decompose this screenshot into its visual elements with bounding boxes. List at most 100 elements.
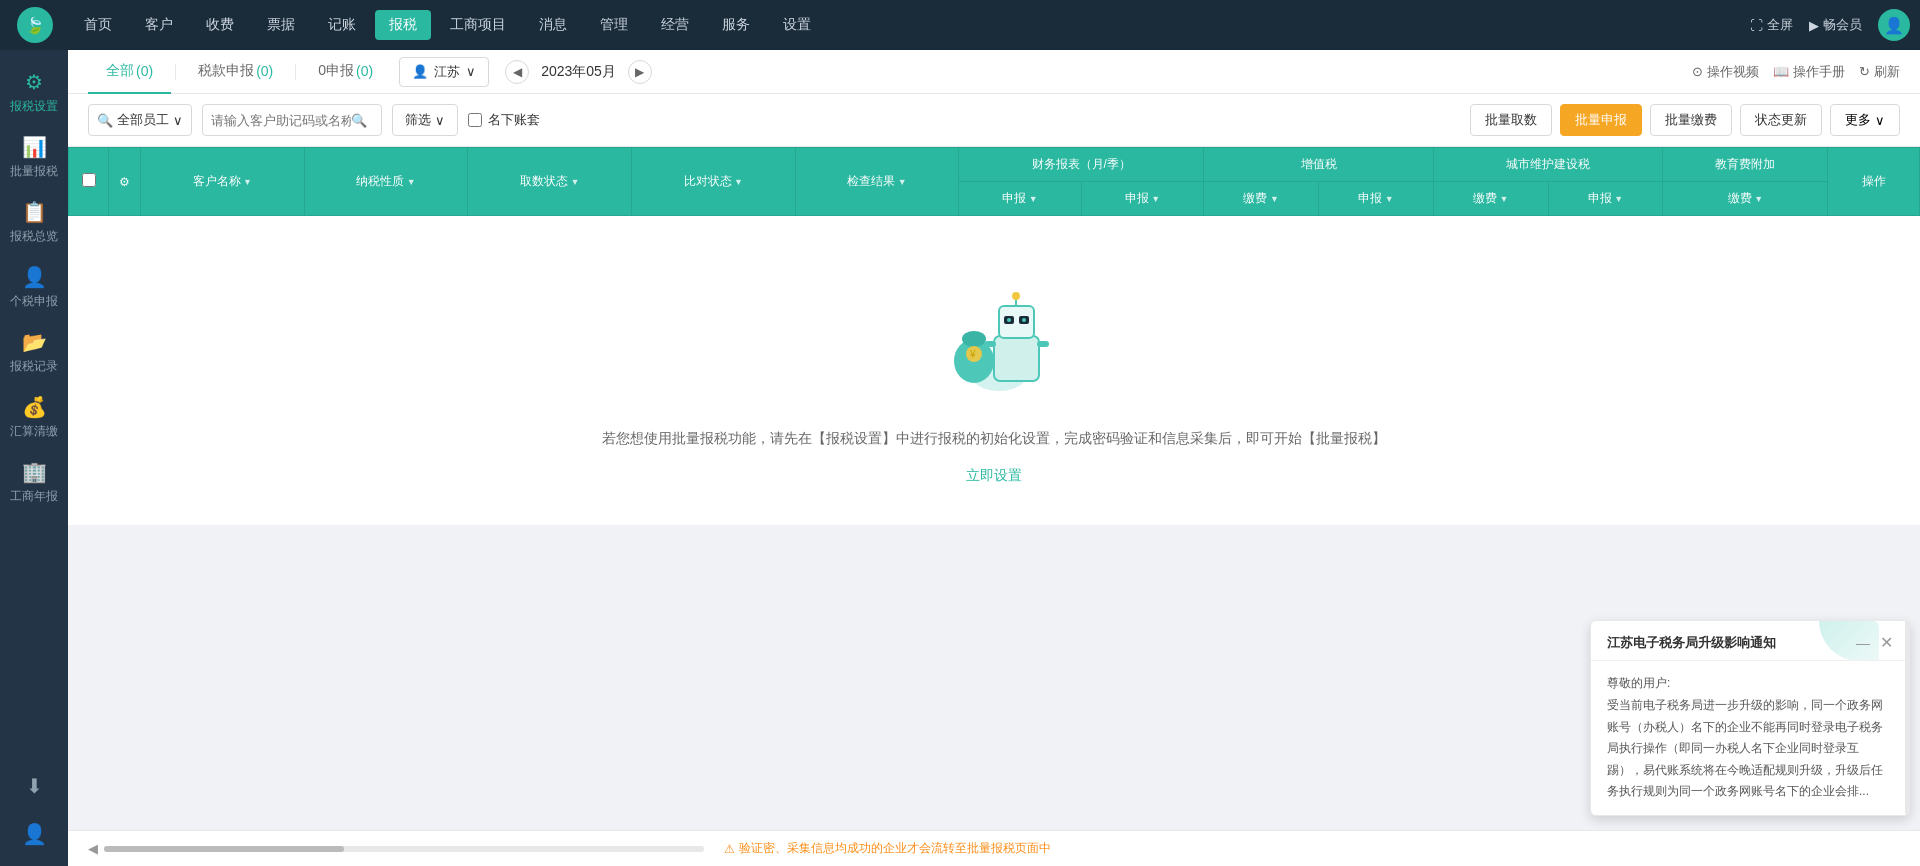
status-update-button[interactable]: 状态更新 bbox=[1740, 104, 1822, 136]
employee-filter-icon: 🔍 bbox=[97, 113, 113, 128]
col-financial-report: 财务报表（月/季） bbox=[959, 148, 1204, 182]
col-customer-name[interactable]: 客户名称 bbox=[141, 148, 305, 216]
setup-link[interactable]: 立即设置 bbox=[966, 467, 1022, 483]
fullscreen-icon: ⛶ bbox=[1750, 18, 1763, 33]
tab-zero-declare[interactable]: 0申报 (0) bbox=[300, 50, 391, 94]
date-next-button[interactable]: ▶ bbox=[628, 60, 652, 84]
search-box[interactable]: 🔍 bbox=[202, 104, 382, 136]
settings-icon[interactable]: ⚙ bbox=[119, 175, 130, 189]
account-checkbox[interactable] bbox=[468, 113, 482, 127]
col-edu-pay[interactable]: 缴费 bbox=[1663, 182, 1828, 216]
col-urban-declare[interactable]: 申报 bbox=[1319, 182, 1434, 216]
svg-rect-5 bbox=[994, 336, 1039, 381]
download-icon: ⬇ bbox=[22, 774, 46, 798]
region-select[interactable]: 👤 江苏 ∨ bbox=[399, 57, 489, 87]
nav-billing[interactable]: 收费 bbox=[192, 10, 248, 40]
col-tax-nature[interactable]: 纳税性质 bbox=[304, 148, 468, 216]
notification-scrollbar[interactable] bbox=[1905, 621, 1909, 815]
bulk-pay-button[interactable]: 批量缴费 bbox=[1650, 104, 1732, 136]
svg-text:¥: ¥ bbox=[969, 349, 976, 360]
nav-invoice[interactable]: 票据 bbox=[253, 10, 309, 40]
sidebar-item-personal-tax[interactable]: 👤 个税申报 bbox=[0, 255, 68, 320]
nav-bookkeeping[interactable]: 记账 bbox=[314, 10, 370, 40]
refresh-icon: ↻ bbox=[1859, 64, 1870, 79]
col-fetch-status[interactable]: 取数状态 bbox=[468, 148, 632, 216]
employee-select[interactable]: 🔍 全部员工 ∨ bbox=[88, 104, 192, 136]
notification-close-button[interactable]: ✕ bbox=[1880, 633, 1893, 652]
sidebar-item-bulk-tax[interactable]: 📊 批量报税 bbox=[0, 125, 68, 190]
date-prev-button[interactable]: ◀ bbox=[505, 60, 529, 84]
operation-video-link[interactable]: ⊙ 操作视频 bbox=[1692, 63, 1759, 81]
nav-tax[interactable]: 报税 bbox=[375, 10, 431, 40]
robot-illustration: ¥ bbox=[934, 276, 1054, 396]
nav-customer[interactable]: 客户 bbox=[131, 10, 187, 40]
nav-home[interactable]: 首页 bbox=[70, 10, 126, 40]
svg-point-12 bbox=[1022, 318, 1026, 322]
toolbar: 🔍 全部员工 ∨ 🔍 筛选 ∨ 名下账套 批量取数 批量申报 批量缴费 状态更新… bbox=[68, 94, 1920, 147]
tax-records-icon: 📂 bbox=[22, 330, 46, 354]
tax-settings-icon: ⚙ bbox=[22, 70, 46, 94]
app-logo[interactable]: 🍃 bbox=[10, 0, 60, 50]
notification-minimize-button[interactable]: — bbox=[1856, 635, 1870, 651]
data-table: ⚙ 客户名称 纳税性质 取数状态 比对状态 检查结果 财务报表（月/季） 增值税… bbox=[68, 147, 1920, 525]
dropdown-arrow-icon: ∨ bbox=[173, 113, 183, 128]
empty-state: ¥ bbox=[69, 216, 1920, 525]
col-edu-declare[interactable]: 申报 bbox=[1548, 182, 1663, 216]
col-check-result[interactable]: 检查结果 bbox=[795, 148, 959, 216]
col-vat-declare[interactable]: 申报 bbox=[1081, 182, 1203, 216]
toolbar-right: 批量取数 批量申报 批量缴费 状态更新 更多 ∨ bbox=[1470, 104, 1900, 136]
col-vat-pay[interactable]: 缴费 bbox=[1204, 182, 1319, 216]
bulk-fetch-button[interactable]: 批量取数 bbox=[1470, 104, 1552, 136]
operation-manual-link[interactable]: 📖 操作手册 bbox=[1773, 63, 1845, 81]
horizontal-scrollbar[interactable] bbox=[104, 846, 704, 852]
nav-operation[interactable]: 经营 bbox=[647, 10, 703, 40]
nav-settings[interactable]: 设置 bbox=[769, 10, 825, 40]
top-navigation: 🍃 首页 客户 收费 票据 记账 报税 工商项目 消息 管理 经营 服务 设置 … bbox=[0, 0, 1920, 50]
notification-title: 江苏电子税务局升级影响通知 bbox=[1607, 634, 1776, 652]
tab-all[interactable]: 全部 (0) bbox=[88, 50, 171, 94]
nav-management[interactable]: 管理 bbox=[586, 10, 642, 40]
sidebar-item-tax-overview[interactable]: 📋 报税总览 bbox=[0, 190, 68, 255]
search-input[interactable] bbox=[211, 113, 351, 128]
nav-message[interactable]: 消息 bbox=[525, 10, 581, 40]
user-avatar[interactable]: 👤 bbox=[1878, 9, 1910, 41]
empty-state-row: ¥ bbox=[69, 216, 1920, 526]
refresh-link[interactable]: ↻ 刷新 bbox=[1859, 63, 1900, 81]
sidebar-item-download[interactable]: ⬇ bbox=[17, 764, 51, 808]
empty-message: 若您想使用批量报税功能，请先在【报税设置】中进行报税的初始化设置，完成密码验证和… bbox=[89, 426, 1900, 451]
sidebar-item-annual-reconciliation[interactable]: 💰 汇算清缴 bbox=[0, 385, 68, 450]
sidebar-item-annual-report[interactable]: 🏢 工商年报 bbox=[0, 450, 68, 515]
scroll-left-arrow[interactable]: ◀ bbox=[88, 841, 98, 856]
col-compare-status[interactable]: 比对状态 bbox=[631, 148, 795, 216]
col-urban-construction-tax: 城市维护建设税 bbox=[1433, 148, 1663, 182]
col-financial-declare[interactable]: 申报 bbox=[959, 182, 1081, 216]
search-icon[interactable]: 🔍 bbox=[351, 113, 367, 128]
fullscreen-button[interactable]: ⛶ 全屏 bbox=[1750, 16, 1793, 34]
more-arrow-icon: ∨ bbox=[1875, 113, 1885, 128]
date-display: 2023年05月 bbox=[541, 63, 616, 81]
data-table-container: ⚙ 客户名称 纳税性质 取数状态 比对状态 检查结果 财务报表（月/季） 增值税… bbox=[68, 147, 1920, 525]
member-button[interactable]: ▶ 畅会员 bbox=[1809, 16, 1862, 34]
svg-rect-15 bbox=[984, 341, 996, 347]
col-urban-pay[interactable]: 缴费 bbox=[1433, 182, 1548, 216]
logo-icon: 🍃 bbox=[17, 7, 53, 43]
tab-declare[interactable]: 税款申报 (0) bbox=[180, 50, 291, 94]
nav-right: ⛶ 全屏 ▶ 畅会员 👤 bbox=[1750, 9, 1910, 41]
sidebar-item-tax-records[interactable]: 📂 报税记录 bbox=[0, 320, 68, 385]
play-icon: ⊙ bbox=[1692, 64, 1703, 79]
sidebar-item-tax-settings[interactable]: ⚙ 报税设置 bbox=[0, 60, 68, 125]
tab-bar: 全部 (0) 税款申报 (0) 0申报 (0) 👤 江苏 ∨ ◀ 2023年05… bbox=[68, 50, 1920, 94]
bulk-tax-icon: 📊 bbox=[22, 135, 46, 159]
member-icon: ▶ bbox=[1809, 18, 1819, 33]
warning-icon: ⚠ bbox=[724, 842, 735, 856]
nav-service[interactable]: 服务 bbox=[708, 10, 764, 40]
nav-business[interactable]: 工商项目 bbox=[436, 10, 520, 40]
filter-button[interactable]: 筛选 ∨ bbox=[392, 104, 458, 136]
select-all-checkbox[interactable] bbox=[82, 173, 96, 187]
svg-point-11 bbox=[1007, 318, 1011, 322]
more-button[interactable]: 更多 ∨ bbox=[1830, 104, 1900, 136]
svg-point-2 bbox=[962, 331, 986, 347]
account-checkbox-label[interactable]: 名下账套 bbox=[468, 111, 540, 129]
sidebar-item-user-settings[interactable]: 👤 bbox=[17, 812, 51, 856]
bulk-declare-button[interactable]: 批量申报 bbox=[1560, 104, 1642, 136]
